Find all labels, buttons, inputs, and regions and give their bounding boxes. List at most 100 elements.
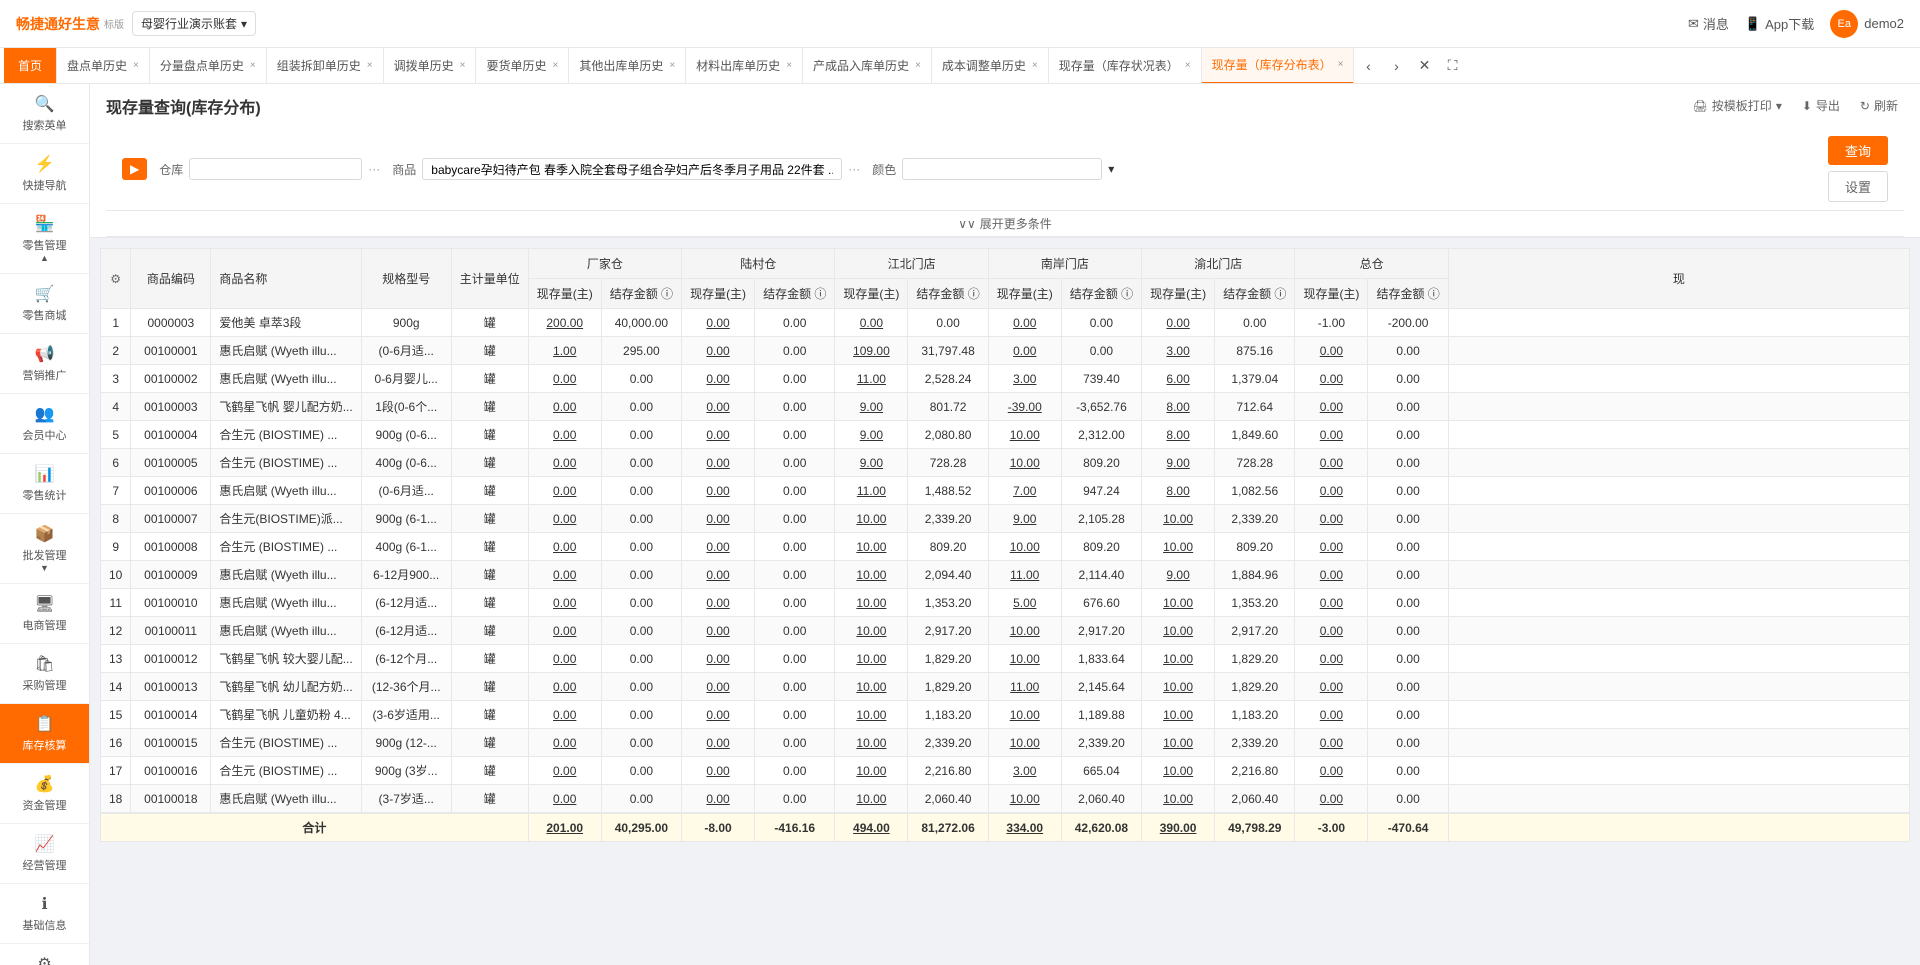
footer-total-qty[interactable]: -3.00 <box>1295 813 1368 842</box>
cell-lucun-qty[interactable]: 0.00 <box>682 701 755 729</box>
cell-yubei-qty[interactable]: 10.00 <box>1142 617 1215 645</box>
cell-nanan-qty[interactable]: 11.00 <box>988 561 1061 589</box>
cell-nanan-qty[interactable]: 0.00 <box>988 337 1061 365</box>
cell-nanan-qty[interactable]: 10.00 <box>988 785 1061 814</box>
cell-nanan-qty[interactable]: 7.00 <box>988 477 1061 505</box>
cell-jiangbei-qty[interactable]: 11.00 <box>835 365 908 393</box>
close-icon[interactable]: × <box>250 60 256 71</box>
app-download-btn[interactable]: 📱 App下载 <box>1745 14 1814 33</box>
tab-transfer[interactable]: 调拨单历史 × <box>384 48 477 84</box>
cell-lucun-qty[interactable]: 0.00 <box>682 449 755 477</box>
query-btn[interactable]: 查询 <box>1828 136 1888 165</box>
tab-home[interactable]: 首页 <box>4 48 57 84</box>
cell-yubei-qty[interactable]: 10.00 <box>1142 757 1215 785</box>
cell-nanan-qty[interactable]: 10.00 <box>988 449 1061 477</box>
color-input[interactable] <box>902 158 1102 180</box>
tab-expand-btn[interactable]: ⛶ <box>1438 48 1466 84</box>
cell-jiangbei-qty[interactable]: 10.00 <box>835 785 908 814</box>
cell-yubei-qty[interactable]: 10.00 <box>1142 645 1215 673</box>
sidebar-item-purchase[interactable]: 🛍 采购管理 <box>0 644 89 704</box>
close-icon[interactable]: × <box>552 60 558 71</box>
filter-expand-btn[interactable]: ▶ <box>122 158 147 180</box>
cell-lucun-qty[interactable]: 0.00 <box>682 421 755 449</box>
warehouse-input[interactable] <box>189 158 362 180</box>
cell-factory-qty[interactable]: 0.00 <box>528 785 601 814</box>
cell-total-qty[interactable]: 0.00 <box>1295 645 1368 673</box>
cell-nanan-qty[interactable]: 9.00 <box>988 505 1061 533</box>
cell-lucun-qty[interactable]: 0.00 <box>682 393 755 421</box>
cell-nanan-qty[interactable]: 11.00 <box>988 673 1061 701</box>
cell-factory-qty[interactable]: 0.00 <box>528 477 601 505</box>
tab-inventory-sub[interactable]: 分量盘点单历史 × <box>150 48 267 84</box>
cell-lucun-qty[interactable]: 0.00 <box>682 505 755 533</box>
tab-next-btn[interactable]: › <box>1382 48 1410 84</box>
tab-requisition[interactable]: 要货单历史 × <box>476 48 569 84</box>
sidebar-item-inventory[interactable]: 📋 库存核算 <box>0 704 89 764</box>
cell-nanan-qty[interactable]: 10.00 <box>988 729 1061 757</box>
cell-lucun-qty[interactable]: 0.00 <box>682 337 755 365</box>
cell-total-qty[interactable]: 0.00 <box>1295 673 1368 701</box>
tab-prev-btn[interactable]: ‹ <box>1354 48 1382 84</box>
cell-total-qty[interactable]: 0.00 <box>1295 617 1368 645</box>
cell-factory-qty[interactable]: 0.00 <box>528 589 601 617</box>
cell-lucun-qty[interactable]: 0.00 <box>682 757 755 785</box>
tab-product-in[interactable]: 产成品入库单历史 × <box>803 48 932 84</box>
cell-lucun-qty[interactable]: 0.00 <box>682 785 755 814</box>
cell-jiangbei-qty[interactable]: 10.00 <box>835 561 908 589</box>
cell-factory-qty[interactable]: 0.00 <box>528 701 601 729</box>
cell-yubei-qty[interactable]: 8.00 <box>1142 421 1215 449</box>
cell-jiangbei-qty[interactable]: 10.00 <box>835 701 908 729</box>
cell-lucun-qty[interactable]: 0.00 <box>682 645 755 673</box>
tab-inventory-single[interactable]: 盘点单历史 × <box>57 48 150 84</box>
cell-lucun-qty[interactable]: 0.00 <box>682 533 755 561</box>
sidebar-item-search[interactable]: 🔍 搜索英单 <box>0 84 89 144</box>
cell-total-qty[interactable]: 0.00 <box>1295 701 1368 729</box>
product-input[interactable] <box>422 158 842 180</box>
cell-total-qty[interactable]: 0.00 <box>1295 365 1368 393</box>
cell-nanan-qty[interactable]: -39.00 <box>988 393 1061 421</box>
cell-yubei-qty[interactable]: 10.00 <box>1142 673 1215 701</box>
sidebar-item-ecommerce[interactable]: 🖥 电商管理 <box>0 584 89 644</box>
close-icon[interactable]: × <box>915 60 921 71</box>
cell-jiangbei-qty[interactable]: 109.00 <box>835 337 908 365</box>
cell-yubei-qty[interactable]: 3.00 <box>1142 337 1215 365</box>
sidebar-item-finance[interactable]: 💰 资金管理 <box>0 764 89 824</box>
cell-total-qty[interactable]: 0.00 <box>1295 393 1368 421</box>
tab-close-btn[interactable]: ✕ <box>1410 48 1438 84</box>
cell-factory-qty[interactable]: 0.00 <box>528 365 601 393</box>
tab-stock-status[interactable]: 现存量（库存状况表） × <box>1049 48 1202 84</box>
cell-factory-qty[interactable]: 0.00 <box>528 505 601 533</box>
account-selector[interactable]: 母婴行业演示账套 ▾ <box>132 11 256 36</box>
cell-total-qty[interactable]: 0.00 <box>1295 533 1368 561</box>
cell-lucun-qty[interactable]: 0.00 <box>682 365 755 393</box>
cell-jiangbei-qty[interactable]: 11.00 <box>835 477 908 505</box>
cell-lucun-qty[interactable]: 0.00 <box>682 561 755 589</box>
cell-factory-qty[interactable]: 200.00 <box>528 309 601 337</box>
close-icon[interactable]: × <box>460 60 466 71</box>
table-container[interactable]: ⚙ 商品编码 商品名称 规格型号 主计量单位 厂家仓 陆村仓 江北门店 南岸门店… <box>90 238 1920 965</box>
cell-total-qty[interactable]: 0.00 <box>1295 477 1368 505</box>
export-btn[interactable]: ⬇ 导出 <box>1796 94 1846 117</box>
print-btn[interactable]: 🖨 按模板打印 ▾ <box>1687 94 1788 117</box>
cell-jiangbei-qty[interactable]: 10.00 <box>835 505 908 533</box>
cell-total-qty[interactable]: 0.00 <box>1295 561 1368 589</box>
cell-nanan-qty[interactable]: 10.00 <box>988 645 1061 673</box>
cell-jiangbei-qty[interactable]: 9.00 <box>835 421 908 449</box>
footer-nanan-qty[interactable]: 334.00 <box>988 813 1061 842</box>
cell-lucun-qty[interactable]: 0.00 <box>682 589 755 617</box>
cell-jiangbei-qty[interactable]: 9.00 <box>835 393 908 421</box>
cell-total-qty[interactable]: 0.00 <box>1295 449 1368 477</box>
user-area[interactable]: Ea demo2 <box>1830 10 1904 38</box>
cell-yubei-qty[interactable]: 10.00 <box>1142 785 1215 814</box>
cell-lucun-qty[interactable]: 0.00 <box>682 673 755 701</box>
cell-total-qty[interactable]: 0.00 <box>1295 421 1368 449</box>
cell-yubei-qty[interactable]: 8.00 <box>1142 393 1215 421</box>
footer-yubei-qty[interactable]: 390.00 <box>1142 813 1215 842</box>
close-icon[interactable]: × <box>133 60 139 71</box>
setting-btn[interactable]: 设置 <box>1828 171 1888 202</box>
cell-factory-qty[interactable]: 0.00 <box>528 757 601 785</box>
cell-yubei-qty[interactable]: 9.00 <box>1142 561 1215 589</box>
cell-nanan-qty[interactable]: 10.00 <box>988 617 1061 645</box>
cell-lucun-qty[interactable]: 0.00 <box>682 477 755 505</box>
sidebar-item-retail-stat[interactable]: 📊 零售统计 <box>0 454 89 514</box>
